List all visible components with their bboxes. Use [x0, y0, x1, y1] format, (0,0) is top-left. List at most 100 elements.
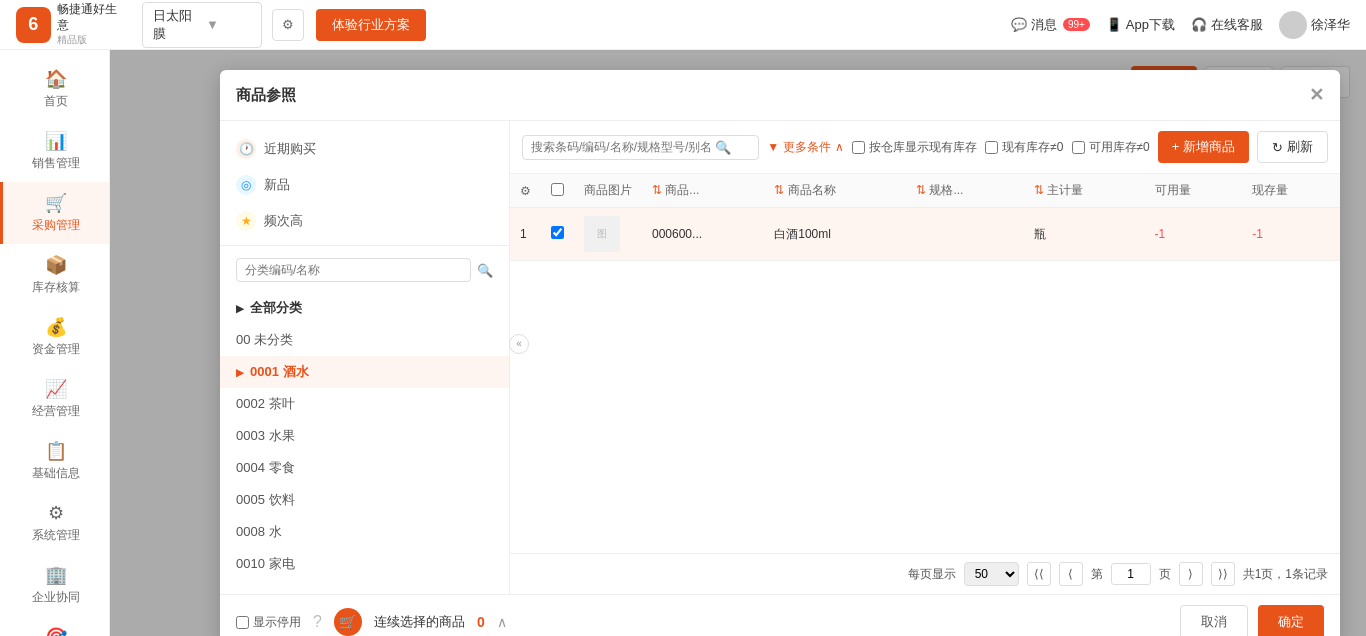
recent-purchase-item[interactable]: 🕐 近期购买 — [220, 131, 509, 167]
prev-page-button[interactable]: ⟨ — [1059, 562, 1083, 586]
logo-tag: 精品版 — [57, 33, 126, 47]
category-item-water[interactable]: 0008 水 — [220, 516, 509, 548]
settings-button[interactable]: ⚙ — [272, 9, 304, 41]
th-product-code[interactable]: ⇅ 商品... — [642, 174, 764, 208]
sidebar-item-business[interactable]: 📈 经营管理 — [0, 368, 109, 430]
last-page-button[interactable]: ⟩⟩ — [1211, 562, 1235, 586]
row-number: 1 — [510, 208, 541, 261]
collapse-panel-button[interactable]: « — [509, 334, 529, 354]
row-check-input[interactable] — [551, 226, 564, 239]
sidebar-item-finance[interactable]: 💰 资金管理 — [0, 306, 109, 368]
cancel-button[interactable]: 取消 — [1180, 605, 1248, 636]
category-list: ▶ 全部分类 00 未分类 ▶ 0001 酒水 0002 茶叶 — [220, 288, 509, 584]
sort-icon: ⇅ — [774, 183, 784, 197]
per-page-select[interactable]: 50 100 — [964, 562, 1019, 586]
sidebar-item-basic-info[interactable]: 📋 基础信息 — [0, 430, 109, 492]
th-unit[interactable]: ⇅ 主计量 — [1024, 174, 1145, 208]
right-panel: 🔍 ▼ 更多条件 ∧ 按仓库显示现有库存 — [510, 121, 1340, 594]
trial-button[interactable]: 体验行业方案 — [316, 9, 426, 41]
message-button[interactable]: 💬 消息 99+ — [1011, 16, 1090, 34]
frequent-item[interactable]: ★ 频次高 — [220, 203, 509, 239]
filter-bar: 🔍 ▼ 更多条件 ∧ 按仓库显示现有库存 — [510, 121, 1340, 174]
category-item-tea[interactable]: 0002 茶叶 — [220, 388, 509, 420]
category-search-input[interactable] — [236, 258, 471, 282]
sidebar-item-label: 系统管理 — [32, 527, 80, 544]
search-icon[interactable]: 🔍 — [715, 140, 731, 155]
recent-purchase-label: 近期购买 — [264, 140, 316, 158]
product-search-input[interactable] — [531, 140, 711, 154]
help-icon[interactable]: ? — [313, 613, 322, 631]
sidebar-item-label: 基础信息 — [32, 465, 80, 482]
th-product-name[interactable]: ⇅ 商品名称 — [764, 174, 906, 208]
business-icon: 📈 — [45, 378, 67, 400]
available-nonzero-checkbox[interactable]: 可用库存≠0 — [1072, 139, 1150, 156]
store-dropdown[interactable]: 日太阳膜 ▼ — [142, 2, 262, 48]
top-navigation: 6 畅捷通好生意 精品版 日太阳膜 ▼ ⚙ 体验行业方案 💬 消息 99+ 📱 … — [0, 0, 1366, 50]
th-code-label: 商品... — [665, 183, 699, 197]
logo-text: 畅捷通好生意 — [57, 2, 126, 33]
sidebar-item-label: 采购管理 — [32, 217, 80, 234]
new-product-item[interactable]: ◎ 新品 — [220, 167, 509, 203]
modal-header: 商品参照 ✕ — [220, 70, 1340, 121]
category-label: 0001 酒水 — [250, 363, 309, 381]
home-icon: 🏠 — [45, 68, 67, 90]
cart-count: 0 — [477, 614, 485, 630]
category-item-drink[interactable]: 0005 饮料 — [220, 484, 509, 516]
row-available: -1 — [1145, 208, 1243, 261]
category-label: 全部分类 — [250, 299, 302, 317]
online-service-button[interactable]: 🎧 在线客服 — [1191, 16, 1263, 34]
warehouse-checkbox-input[interactable] — [852, 141, 865, 154]
arrow-icon: ▶ — [236, 303, 244, 314]
confirm-button[interactable]: 确定 — [1258, 605, 1324, 636]
more-conditions-label: 更多条件 — [783, 139, 831, 156]
sales-icon: 📊 — [45, 130, 67, 152]
category-item-snack[interactable]: 0004 零食 — [220, 452, 509, 484]
first-page-button[interactable]: ⟨⟨ — [1027, 562, 1051, 586]
more-conditions-button[interactable]: ▼ 更多条件 ∧ — [767, 139, 844, 156]
left-panel: 🕐 近期购买 ◎ 新品 ★ 频次高 🔍 — [220, 121, 510, 594]
avatar — [1279, 11, 1307, 39]
per-page-label: 每页显示 — [908, 566, 956, 583]
footer-collapse-icon[interactable]: ∧ — [497, 614, 507, 630]
user-profile[interactable]: 徐泽华 — [1279, 11, 1350, 39]
next-page-button[interactable]: ⟩ — [1179, 562, 1203, 586]
sidebar-item-system[interactable]: ⚙ 系统管理 — [0, 492, 109, 554]
modal-close-button[interactable]: ✕ — [1309, 84, 1324, 106]
category-all[interactable]: ▶ 全部分类 — [220, 292, 509, 324]
category-item-unclassified[interactable]: 00 未分类 — [220, 324, 509, 356]
sidebar-item-sales[interactable]: 📊 销售管理 — [0, 120, 109, 182]
inventory-icon: 📦 — [45, 254, 67, 276]
sidebar-item-enterprise[interactable]: 🏢 企业协同 — [0, 554, 109, 616]
footer-actions: 取消 确定 — [1180, 605, 1324, 636]
app-download-button[interactable]: 📱 App下载 — [1106, 16, 1175, 34]
nonzero-stock-checkbox[interactable]: 现有库存≠0 — [985, 139, 1063, 156]
sidebar-item-purchase[interactable]: 🛒 采购管理 — [0, 182, 109, 244]
table-row[interactable]: 1 图 000600... 白酒100ml — [510, 208, 1340, 261]
nonzero-stock-input[interactable] — [985, 141, 998, 154]
select-all-checkbox[interactable] — [551, 183, 564, 196]
th-unit-label: 主计量 — [1047, 183, 1083, 197]
sidebar-item-guide[interactable]: 🎯 新手引导 — [0, 616, 109, 636]
show-disabled-checkbox[interactable]: 显示停用 — [236, 614, 301, 631]
warehouse-display-checkbox[interactable]: 按仓库显示现有库存 — [852, 139, 977, 156]
main-layout: 🏠 首页 📊 销售管理 🛒 采购管理 📦 库存核算 💰 资金管理 📈 经营管理 … — [0, 50, 1366, 636]
row-stock: -1 — [1242, 208, 1340, 261]
category-item-appliance[interactable]: 0010 家电 — [220, 548, 509, 580]
available-nonzero-input[interactable] — [1072, 141, 1085, 154]
th-spec[interactable]: ⇅ 规格... — [906, 174, 1024, 208]
app-icon: 📱 — [1106, 17, 1122, 32]
finance-icon: 💰 — [45, 316, 67, 338]
add-product-button[interactable]: + 新增商品 — [1158, 131, 1249, 163]
category-item-liquor[interactable]: ▶ 0001 酒水 — [220, 356, 509, 388]
refresh-button[interactable]: ↻ 刷新 — [1257, 131, 1328, 163]
sidebar-item-inventory[interactable]: 📦 库存核算 — [0, 244, 109, 306]
th-stock-label: 现存量 — [1252, 183, 1288, 197]
page-number-input[interactable] — [1111, 563, 1151, 585]
search-icon[interactable]: 🔍 — [477, 263, 493, 278]
category-item-fruit[interactable]: 0003 水果 — [220, 420, 509, 452]
row-checkbox[interactable] — [541, 208, 574, 261]
gear-icon: ⚙ — [282, 17, 294, 32]
sidebar-item-home[interactable]: 🏠 首页 — [0, 58, 109, 120]
logo-area: 6 畅捷通好生意 精品版 — [16, 2, 126, 47]
show-disabled-input[interactable] — [236, 616, 249, 629]
